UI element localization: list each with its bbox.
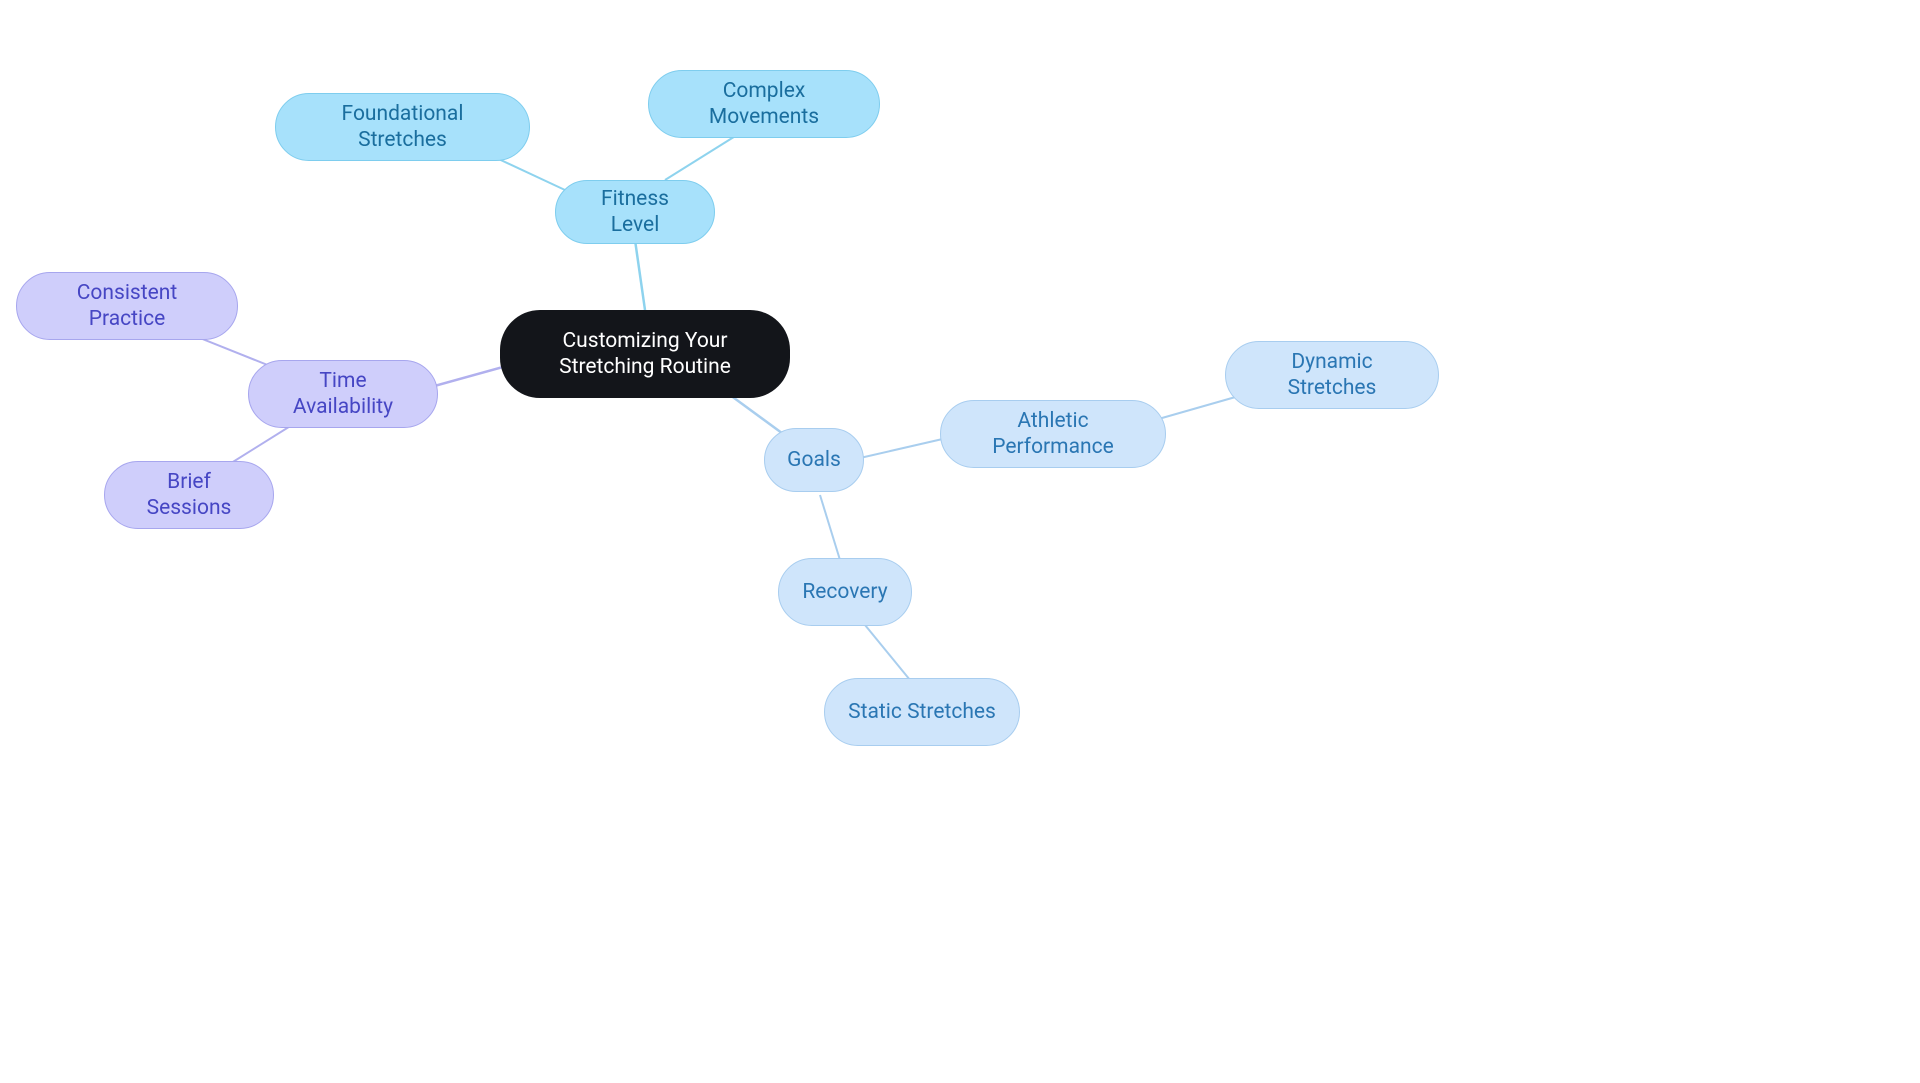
node-goals-label: Goals [787,447,841,473]
node-center-label: Customizing Your Stretching Routine [521,328,769,381]
node-consistent-practice: Consistent Practice [16,272,238,340]
node-goals: Goals [764,428,864,492]
node-athletic-performance: Athletic Performance [940,400,1166,468]
node-fitness-level: Fitness Level [555,180,715,244]
node-brief-sessions-label: Brief Sessions [125,469,253,522]
node-consistent-practice-label: Consistent Practice [37,280,217,333]
node-static-stretches: Static Stretches [824,678,1020,746]
node-foundational-stretches-label: Foundational Stretches [296,101,509,154]
node-time-availability-label: Time Availability [269,368,417,421]
node-static-stretches-label: Static Stretches [848,699,996,725]
node-fitness-level-label: Fitness Level [576,186,694,239]
node-complex-movements: Complex Movements [648,70,880,138]
node-dynamic-stretches-label: Dynamic Stretches [1246,349,1418,402]
edge-layer [0,0,1920,1083]
node-recovery: Recovery [778,558,912,626]
node-foundational-stretches: Foundational Stretches [275,93,530,161]
node-recovery-label: Recovery [802,579,887,605]
node-dynamic-stretches: Dynamic Stretches [1225,341,1439,409]
node-center: Customizing Your Stretching Routine [500,310,790,398]
node-complex-movements-label: Complex Movements [669,78,859,131]
node-athletic-performance-label: Athletic Performance [961,408,1145,461]
node-time-availability: Time Availability [248,360,438,428]
node-brief-sessions: Brief Sessions [104,461,274,529]
